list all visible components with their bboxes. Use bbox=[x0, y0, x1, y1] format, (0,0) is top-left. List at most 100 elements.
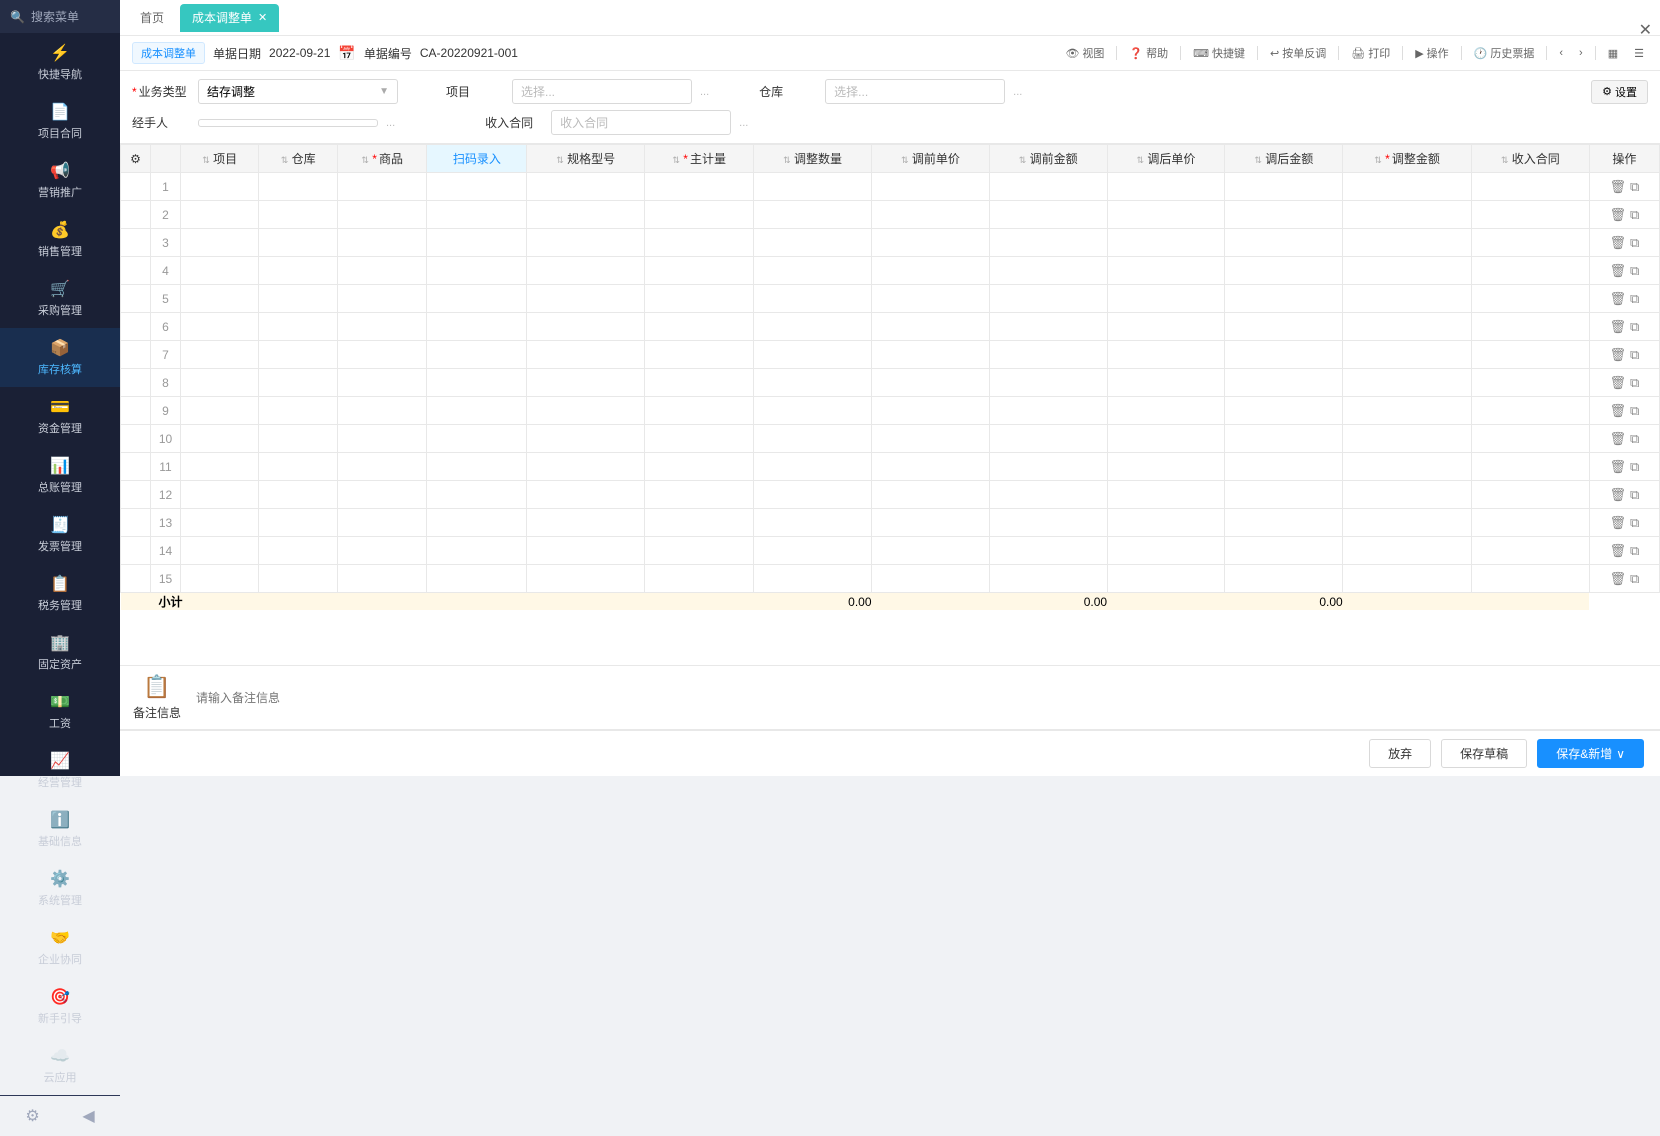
row-income-contract-cell[interactable] bbox=[1471, 397, 1589, 425]
income-contract-input[interactable]: 收入合同 bbox=[551, 110, 731, 135]
row-unit-cell[interactable] bbox=[645, 509, 754, 537]
row-goods-cell[interactable] bbox=[337, 509, 426, 537]
row-pre-amount-cell[interactable] bbox=[989, 285, 1107, 313]
row-project-cell[interactable] bbox=[181, 453, 259, 481]
row-goods-cell[interactable] bbox=[337, 341, 426, 369]
row-goods-cell[interactable] bbox=[337, 369, 426, 397]
row-pre-unit-price-cell[interactable] bbox=[872, 425, 990, 453]
row-goods-cell[interactable] bbox=[337, 565, 426, 593]
settings-button[interactable]: ⚙ 设置 bbox=[1591, 80, 1648, 104]
row-goods-cell[interactable] bbox=[337, 481, 426, 509]
sidebar-item-inventory-calc[interactable]: 📦 库存核算 bbox=[0, 328, 120, 387]
row-pre-amount-cell[interactable] bbox=[989, 481, 1107, 509]
row-delete-icon[interactable]: 🗑 bbox=[1609, 207, 1626, 223]
project-input[interactable]: 选择... bbox=[512, 79, 692, 104]
sidebar-item-newbie-guide[interactable]: 🎯 新手引导 bbox=[0, 977, 120, 1036]
row-pre-amount-cell[interactable] bbox=[989, 257, 1107, 285]
row-pre-amount-cell[interactable] bbox=[989, 313, 1107, 341]
row-post-amount-cell[interactable] bbox=[1225, 397, 1343, 425]
row-pre-unit-price-cell[interactable] bbox=[872, 229, 990, 257]
search-menu-btn[interactable]: 🔍 搜索菜单 bbox=[0, 0, 120, 33]
row-spec-cell[interactable] bbox=[527, 229, 645, 257]
row-post-amount-cell[interactable] bbox=[1225, 369, 1343, 397]
warehouse-input[interactable]: 选择... bbox=[825, 79, 1005, 104]
sidebar-item-fund-manage[interactable]: 💳 资金管理 bbox=[0, 387, 120, 446]
row-unit-cell[interactable] bbox=[645, 341, 754, 369]
row-post-amount-cell[interactable] bbox=[1225, 481, 1343, 509]
hotkeys-action[interactable]: ⌨ 快捷键 bbox=[1189, 43, 1249, 63]
row-post-amount-cell[interactable] bbox=[1225, 313, 1343, 341]
row-project-cell[interactable] bbox=[181, 173, 259, 201]
row-post-unit-price-cell[interactable] bbox=[1107, 509, 1225, 537]
sidebar-item-quick-nav[interactable]: ⚡ 快捷导航 bbox=[0, 33, 120, 92]
row-copy-icon[interactable]: ⧉ bbox=[1630, 263, 1639, 279]
col-warehouse[interactable]: ⇅ 仓库 bbox=[259, 145, 337, 173]
sidebar-item-project-contract[interactable]: 📄 项目合同 bbox=[0, 92, 120, 151]
row-adjust-amount-cell[interactable] bbox=[1343, 285, 1472, 313]
row-income-contract-cell[interactable] bbox=[1471, 285, 1589, 313]
row-income-contract-cell[interactable] bbox=[1471, 201, 1589, 229]
row-scan-input-cell[interactable] bbox=[427, 509, 527, 537]
row-scan-input-cell[interactable] bbox=[427, 481, 527, 509]
nav-prev-action[interactable]: ‹ bbox=[1555, 45, 1567, 61]
row-warehouse-cell[interactable] bbox=[259, 369, 337, 397]
help-action[interactable]: ❓ 帮助 bbox=[1125, 43, 1172, 63]
row-copy-icon[interactable]: ⧉ bbox=[1630, 487, 1639, 503]
view-action[interactable]: 👁 视图 bbox=[1061, 43, 1108, 63]
remarks-input[interactable] bbox=[192, 674, 1648, 721]
row-post-unit-price-cell[interactable] bbox=[1107, 341, 1225, 369]
row-spec-cell[interactable] bbox=[527, 173, 645, 201]
row-income-contract-cell[interactable] bbox=[1471, 173, 1589, 201]
row-project-cell[interactable] bbox=[181, 565, 259, 593]
row-post-amount-cell[interactable] bbox=[1225, 453, 1343, 481]
row-project-cell[interactable] bbox=[181, 229, 259, 257]
row-delete-icon[interactable]: 🗑 bbox=[1609, 487, 1626, 503]
row-goods-cell[interactable] bbox=[337, 397, 426, 425]
row-delete-icon[interactable]: 🗑 bbox=[1609, 235, 1626, 251]
col-settings-icon[interactable]: ⚙ bbox=[130, 152, 141, 166]
row-spec-cell[interactable] bbox=[527, 341, 645, 369]
row-copy-icon[interactable]: ⧉ bbox=[1630, 431, 1639, 447]
row-warehouse-cell[interactable] bbox=[259, 313, 337, 341]
row-unit-cell[interactable] bbox=[645, 285, 754, 313]
col-scan-input[interactable]: 扫码录入 bbox=[427, 145, 527, 173]
row-adjust-amount-cell[interactable] bbox=[1343, 369, 1472, 397]
row-warehouse-cell[interactable] bbox=[259, 481, 337, 509]
row-post-unit-price-cell[interactable] bbox=[1107, 565, 1225, 593]
agent-dots-btn[interactable]: ... bbox=[384, 117, 397, 129]
row-delete-icon[interactable]: 🗑 bbox=[1609, 291, 1626, 307]
row-adjust-amount-cell[interactable] bbox=[1343, 481, 1472, 509]
row-copy-icon[interactable]: ⧉ bbox=[1630, 375, 1639, 391]
sidebar-item-basic-info[interactable]: ℹ️ 基础信息 bbox=[0, 800, 120, 859]
row-scan-input-cell[interactable] bbox=[427, 285, 527, 313]
row-pre-amount-cell[interactable] bbox=[989, 453, 1107, 481]
row-unit-cell[interactable] bbox=[645, 453, 754, 481]
row-unit-cell[interactable] bbox=[645, 425, 754, 453]
col-goods[interactable]: ⇅ *商品 bbox=[337, 145, 426, 173]
row-spec-cell[interactable] bbox=[527, 201, 645, 229]
row-post-unit-price-cell[interactable] bbox=[1107, 201, 1225, 229]
row-project-cell[interactable] bbox=[181, 313, 259, 341]
sidebar-item-sales-promotion[interactable]: 📢 营销推广 bbox=[0, 151, 120, 210]
row-pre-unit-price-cell[interactable] bbox=[872, 453, 990, 481]
row-scan-input-cell[interactable] bbox=[427, 173, 527, 201]
row-post-unit-price-cell[interactable] bbox=[1107, 481, 1225, 509]
row-pre-unit-price-cell[interactable] bbox=[872, 201, 990, 229]
row-goods-cell[interactable] bbox=[337, 229, 426, 257]
nav-next-action[interactable]: › bbox=[1575, 45, 1587, 61]
row-project-cell[interactable] bbox=[181, 425, 259, 453]
row-warehouse-cell[interactable] bbox=[259, 509, 337, 537]
save-new-dropdown-icon[interactable]: ∨ bbox=[1616, 747, 1625, 761]
save-draft-button[interactable]: 保存草稿 bbox=[1441, 739, 1527, 768]
row-pre-unit-price-cell[interactable] bbox=[872, 509, 990, 537]
row-income-contract-cell[interactable] bbox=[1471, 509, 1589, 537]
sidebar-item-invoice-manage[interactable]: 🧾 发票管理 bbox=[0, 505, 120, 564]
row-copy-icon[interactable]: ⧉ bbox=[1630, 571, 1639, 587]
row-delete-icon[interactable]: 🗑 bbox=[1609, 459, 1626, 475]
row-post-unit-price-cell[interactable] bbox=[1107, 313, 1225, 341]
row-warehouse-cell[interactable] bbox=[259, 201, 337, 229]
row-spec-cell[interactable] bbox=[527, 509, 645, 537]
project-dots-btn[interactable]: ... bbox=[698, 86, 711, 98]
row-copy-icon[interactable]: ⧉ bbox=[1630, 291, 1639, 307]
row-delete-icon[interactable]: 🗑 bbox=[1609, 347, 1626, 363]
